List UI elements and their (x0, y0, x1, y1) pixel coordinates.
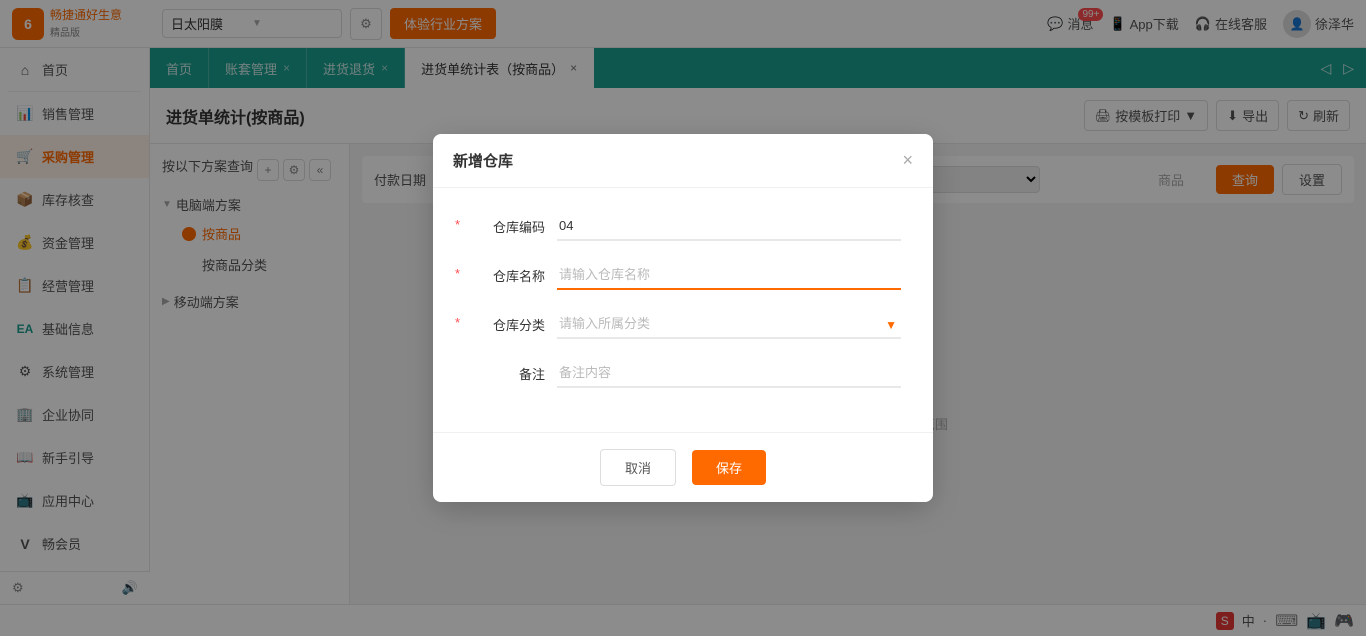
name-input[interactable] (557, 261, 901, 290)
form-row-note: 备注 (465, 359, 901, 388)
form-row-name: 仓库名称 (465, 261, 901, 290)
category-select[interactable]: 请输入所属分类 (557, 310, 901, 339)
form-row-code: 仓库编码 (465, 212, 901, 241)
modal-title: 新增仓库 (453, 150, 513, 171)
save-button[interactable]: 保存 (692, 450, 766, 485)
note-input[interactable] (557, 359, 901, 388)
category-label: 仓库分类 (465, 315, 545, 334)
code-field (557, 212, 901, 241)
code-label: 仓库编码 (465, 217, 545, 236)
modal-new-warehouse: 新增仓库 × 仓库编码 仓库名称 仓库分类 (433, 134, 933, 502)
note-label: 备注 (465, 364, 545, 383)
name-field (557, 261, 901, 290)
code-input[interactable] (557, 212, 901, 241)
form-row-category: 仓库分类 请输入所属分类 ▼ (465, 310, 901, 339)
modal-footer: 取消 保存 (433, 432, 933, 502)
modal-overlay: 新增仓库 × 仓库编码 仓库名称 仓库分类 (0, 0, 1366, 636)
modal-close-btn[interactable]: × (902, 150, 913, 171)
modal-header: 新增仓库 × (433, 134, 933, 188)
note-field (557, 359, 901, 388)
name-label: 仓库名称 (465, 266, 545, 285)
category-field: 请输入所属分类 ▼ (557, 310, 901, 339)
cancel-button[interactable]: 取消 (600, 449, 676, 486)
modal-body: 仓库编码 仓库名称 仓库分类 请输入所属分类 ▼ (433, 188, 933, 432)
